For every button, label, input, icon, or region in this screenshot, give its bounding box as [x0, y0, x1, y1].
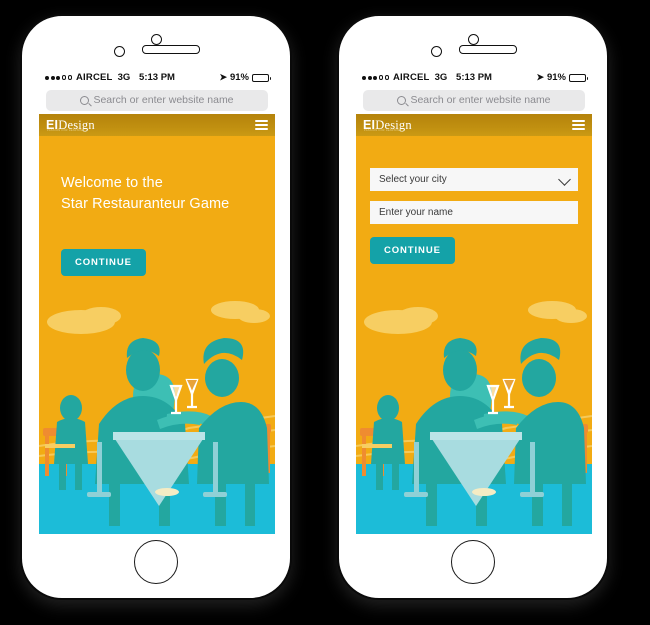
browser-url-bar[interactable]: Search or enter website name	[39, 86, 275, 114]
page-content-left: Welcome to the Star Restauranteur Game C…	[39, 136, 275, 534]
phone-device-left: AIRCEL 3G 5:13 PM ➤ 91% Search or enter …	[20, 14, 292, 600]
location-arrow-icon: ➤	[219, 72, 227, 82]
search-placeholder: Search or enter website name	[93, 94, 234, 106]
headline-line-1: Welcome to the	[61, 175, 163, 191]
hamburger-menu-icon[interactable]	[572, 120, 585, 130]
home-button[interactable]	[134, 540, 178, 584]
search-input[interactable]: Search or enter website name	[46, 89, 268, 111]
restaurant-couple-toasting-illustration	[356, 296, 592, 534]
status-bar: AIRCEL 3G 5:13 PM ➤ 91%	[39, 69, 275, 86]
earpiece-speaker	[459, 45, 517, 54]
name-input[interactable]: Enter your name	[370, 201, 578, 224]
logo-tagline: PASSION FOR LEARNING	[364, 129, 402, 132]
name-input-placeholder: Enter your name	[379, 207, 453, 218]
earpiece-speaker	[142, 45, 200, 54]
headline-line-2: Star Restauranteur Game	[61, 196, 230, 213]
proximity-sensor-icon	[431, 46, 442, 57]
network-type: 3G	[117, 72, 131, 83]
continue-button[interactable]: CONTINUE	[61, 249, 146, 276]
page-content-right: Select your city Enter your name CONTINU…	[356, 136, 592, 534]
carrier-name: AIRCEL	[76, 72, 113, 83]
phone-screen-right: AIRCEL 3G 5:13 PM ➤ 91% Search or enter …	[356, 69, 592, 534]
screenshot-stage: AIRCEL 3G 5:13 PM ➤ 91% Search or enter …	[0, 0, 650, 625]
battery-percent: 91%	[229, 72, 249, 83]
battery-icon	[252, 73, 271, 82]
home-button[interactable]	[451, 540, 495, 584]
hamburger-menu-icon[interactable]	[255, 120, 268, 130]
logo-tagline: PASSION FOR LEARNING	[47, 129, 85, 132]
city-select-value: Select your city	[379, 174, 447, 185]
search-input[interactable]: Search or enter website name	[363, 89, 585, 111]
signal-strength-icon	[362, 75, 389, 80]
battery-percent: 91%	[546, 72, 566, 83]
continue-button[interactable]: CONTINUE	[370, 237, 455, 264]
battery-icon	[569, 73, 588, 82]
search-icon	[397, 95, 407, 105]
carrier-name: AIRCEL	[393, 72, 430, 83]
chevron-down-icon	[558, 172, 571, 186]
signal-strength-icon	[45, 75, 72, 80]
network-type: 3G	[434, 72, 448, 83]
front-camera-icon	[468, 34, 479, 45]
site-header: EIDesign PASSION FOR LEARNING	[356, 114, 592, 136]
proximity-sensor-icon	[114, 46, 125, 57]
welcome-headline: Welcome to the Star Restauranteur Game	[61, 173, 229, 215]
site-header: EIDesign PASSION FOR LEARNING	[39, 114, 275, 136]
city-select[interactable]: Select your city	[370, 168, 578, 191]
browser-url-bar[interactable]: Search or enter website name	[356, 86, 592, 114]
phone-device-right: AIRCEL 3G 5:13 PM ➤ 91% Search or enter …	[337, 14, 609, 600]
front-camera-icon	[151, 34, 162, 45]
status-bar: AIRCEL 3G 5:13 PM ➤ 91%	[356, 69, 592, 86]
phone-screen-left: AIRCEL 3G 5:13 PM ➤ 91% Search or enter …	[39, 69, 275, 534]
signup-form: Select your city Enter your name CONTINU…	[370, 168, 578, 264]
search-placeholder: Search or enter website name	[410, 94, 551, 106]
search-icon	[80, 95, 90, 105]
location-arrow-icon: ➤	[536, 72, 544, 82]
restaurant-couple-toasting-illustration	[39, 296, 275, 534]
